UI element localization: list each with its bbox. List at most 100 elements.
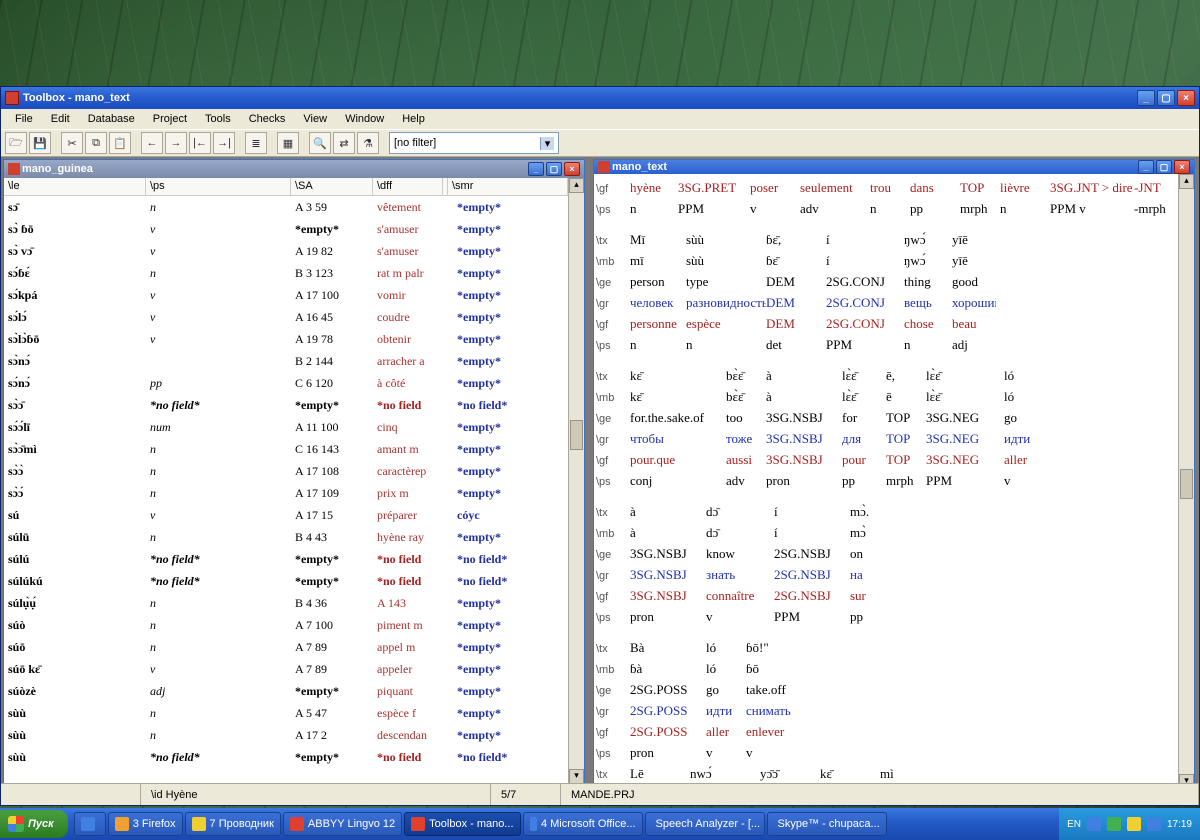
scroll-thumb[interactable]: [1180, 469, 1193, 499]
toolbar-cut-icon[interactable]: ✂: [61, 132, 83, 154]
close-button[interactable]: ×: [1177, 90, 1195, 106]
taskbar-item[interactable]: 4 Microsoft Office...: [523, 812, 643, 836]
scroll-down-icon[interactable]: ▾: [1179, 774, 1194, 783]
table-row[interactable]: sɔ́kpávA 17 100vomir*empty*: [4, 284, 568, 306]
text-close-button[interactable]: ×: [1174, 160, 1190, 174]
table-row[interactable]: sɔ̀ ɓōv*empty*s'amuser*empty*: [4, 218, 568, 240]
menu-window[interactable]: Window: [337, 111, 392, 127]
toolbar-search-again-icon[interactable]: ⇄: [333, 132, 355, 154]
minimize-button[interactable]: _: [1137, 90, 1155, 106]
menu-edit[interactable]: Edit: [43, 111, 78, 127]
toolbar-save-icon[interactable]: 💾: [29, 132, 51, 154]
table-row[interactable]: sɔ̀ɔ́nA 17 109prix m*empty*: [4, 482, 568, 504]
interlinear-text[interactable]: \gfhyène3SG.PRETposerseulementtroudansTO…: [594, 174, 1178, 783]
toolbar-open-icon[interactable]: 🗁: [5, 132, 27, 154]
taskbar-item[interactable]: Skype™ - chupaca...: [767, 812, 887, 836]
titlebar[interactable]: Toolbox - mano_text _ ▢ ×: [1, 87, 1199, 109]
menu-file[interactable]: File: [7, 111, 41, 127]
table-row[interactable]: súlú*no field**empty**no field*no field*: [4, 548, 568, 570]
toolbar-prev-icon[interactable]: ←: [141, 132, 163, 154]
dict-close-button[interactable]: ×: [564, 162, 580, 176]
table-row[interactable]: sɔ̀ɔ̀nA 17 108caractèrep*empty*: [4, 460, 568, 482]
menu-view[interactable]: View: [295, 111, 335, 127]
table-row[interactable]: sɔ̀ɔ̄mìnC 16 143amant m*empty*: [4, 438, 568, 460]
table-row[interactable]: sɔ̀lɔ̀ɓōvA 19 78obtenir*empty*: [4, 328, 568, 350]
status-project: MANDE.PRJ: [561, 784, 1199, 805]
scroll-up-icon[interactable]: ▴: [1179, 174, 1194, 189]
interlinear-tier: \gfpour.queaussi3SG.NSBJpourTOP3SG.NEGal…: [596, 450, 1176, 471]
toolbar-first-icon[interactable]: |←: [189, 132, 211, 154]
table-row[interactable]: sɔ́ɓɛ́nB 3 123rat m palr*empty*: [4, 262, 568, 284]
menu-help[interactable]: Help: [394, 111, 433, 127]
scroll-down-icon[interactable]: ▾: [569, 769, 584, 783]
text-titlebar[interactable]: mano_text _ ▢ ×: [594, 160, 1194, 174]
table-row[interactable]: sɔ̀ɔ̄*no field**empty**no field*no field…: [4, 394, 568, 416]
menu-checks[interactable]: Checks: [241, 111, 294, 127]
system-tray[interactable]: EN 17:19: [1059, 808, 1200, 840]
table-row[interactable]: súvA 17 15préparercóyc: [4, 504, 568, 526]
text-minimize-button[interactable]: _: [1138, 160, 1154, 174]
scroll-up-icon[interactable]: ▴: [569, 178, 584, 193]
dict-maximize-button[interactable]: ▢: [546, 162, 562, 176]
table-row[interactable]: sùùnA 17 2descendan*empty*: [4, 724, 568, 746]
taskbar-item[interactable]: [74, 812, 106, 836]
taskbar-item[interactable]: 3 Firefox: [108, 812, 183, 836]
toolbar-interlinearize-icon[interactable]: ≣: [245, 132, 267, 154]
toolbar-paste-icon[interactable]: 📋: [109, 132, 131, 154]
maximize-button[interactable]: ▢: [1157, 90, 1175, 106]
table-row[interactable]: sɔ̄nA 3 59vêtement*empty*: [4, 196, 568, 218]
toolbar-search-icon[interactable]: 🔍: [309, 132, 331, 154]
interlinear-tier: \psnndetPPMnadj: [596, 335, 1176, 356]
toolbar-last-icon[interactable]: →|: [213, 132, 235, 154]
taskbar-item[interactable]: 7 Проводник: [185, 812, 281, 836]
filter-dropdown[interactable]: [no filter] ▾: [389, 132, 559, 154]
table-row[interactable]: súōnA 7 89appel m*empty*: [4, 636, 568, 658]
header-smr[interactable]: \smr: [448, 178, 568, 195]
windows-logo-icon: [8, 816, 24, 832]
toolbar-filter-icon[interactable]: ⚗: [357, 132, 379, 154]
table-row[interactable]: sùùnA 5 47espèce f*empty*: [4, 702, 568, 724]
text-scrollbar-v[interactable]: ▴ ▾: [1178, 174, 1194, 783]
table-row[interactable]: sɔ́ɔ́līnumA 11 100cinq*empty*: [4, 416, 568, 438]
toolbar-copy-icon[interactable]: ⧉: [85, 132, 107, 154]
table-row[interactable]: súlūnB 4 43hyène ray*empty*: [4, 526, 568, 548]
dict-minimize-button[interactable]: _: [528, 162, 544, 176]
text-maximize-button[interactable]: ▢: [1156, 160, 1172, 174]
header-ps[interactable]: \ps: [146, 178, 291, 195]
menu-database[interactable]: Database: [80, 111, 143, 127]
table-row[interactable]: súòzèadj*empty*piquant*empty*: [4, 680, 568, 702]
header-le[interactable]: \le: [4, 178, 146, 195]
table-row[interactable]: súlụ̀ụ́nB 4 36A 143*empty*: [4, 592, 568, 614]
taskbar-item[interactable]: Toolbox - mano...: [404, 812, 520, 836]
interlinear-tier: \mbkɛ̄bɛ̀ɛ̄àlɛ̀ɛ̄ēlɛ̀ɛ̄ló: [596, 387, 1176, 408]
table-row[interactable]: sɔ̀ vɔ̄vA 19 82s'amuser*empty*: [4, 240, 568, 262]
table-row[interactable]: sɔ̀nɔ́B 2 144arracher a*empty*: [4, 350, 568, 372]
taskbar-item[interactable]: ABBYY Lingvo 12: [283, 812, 402, 836]
table-row[interactable]: sɔ́nɔ́ppC 6 120à côté*empty*: [4, 372, 568, 394]
table-row[interactable]: súònA 7 100piment m*empty*: [4, 614, 568, 636]
table-row[interactable]: súlúkú*no field**empty**no field*no fiel…: [4, 570, 568, 592]
mdi-client-area: mano_guinea _ ▢ × \le \ps \SA \dff \smr: [1, 157, 1199, 783]
table-row[interactable]: sɔ́lɔ́vA 16 45coudre*empty*: [4, 306, 568, 328]
header-sa[interactable]: \SA: [291, 178, 373, 195]
toolbar-browse-icon[interactable]: ▦: [277, 132, 299, 154]
tray-lang[interactable]: EN: [1067, 819, 1081, 830]
dictionary-titlebar[interactable]: mano_guinea _ ▢ ×: [4, 160, 584, 178]
menu-project[interactable]: Project: [145, 111, 195, 127]
tray-icon[interactable]: [1127, 817, 1141, 831]
chevron-down-icon: ▾: [540, 137, 554, 150]
table-row[interactable]: súō kɛ̄vA 7 89appeler*empty*: [4, 658, 568, 680]
tray-icon[interactable]: [1147, 817, 1161, 831]
tray-icon[interactable]: [1087, 817, 1101, 831]
tray-icon[interactable]: [1107, 817, 1121, 831]
dict-body[interactable]: sɔ̄nA 3 59vêtement*empty*sɔ̀ ɓōv*empty*s…: [4, 196, 568, 783]
app-icon: [530, 817, 537, 831]
table-row[interactable]: sùù*no field**empty**no field*no field*: [4, 746, 568, 768]
taskbar-item[interactable]: Speech Analyzer - [...: [645, 812, 765, 836]
scroll-thumb[interactable]: [570, 420, 583, 450]
toolbar-next-icon[interactable]: →: [165, 132, 187, 154]
start-button[interactable]: Пуск: [0, 810, 68, 838]
dict-scrollbar[interactable]: ▴ ▾: [568, 178, 584, 783]
header-dff[interactable]: \dff: [373, 178, 443, 195]
menu-tools[interactable]: Tools: [197, 111, 239, 127]
